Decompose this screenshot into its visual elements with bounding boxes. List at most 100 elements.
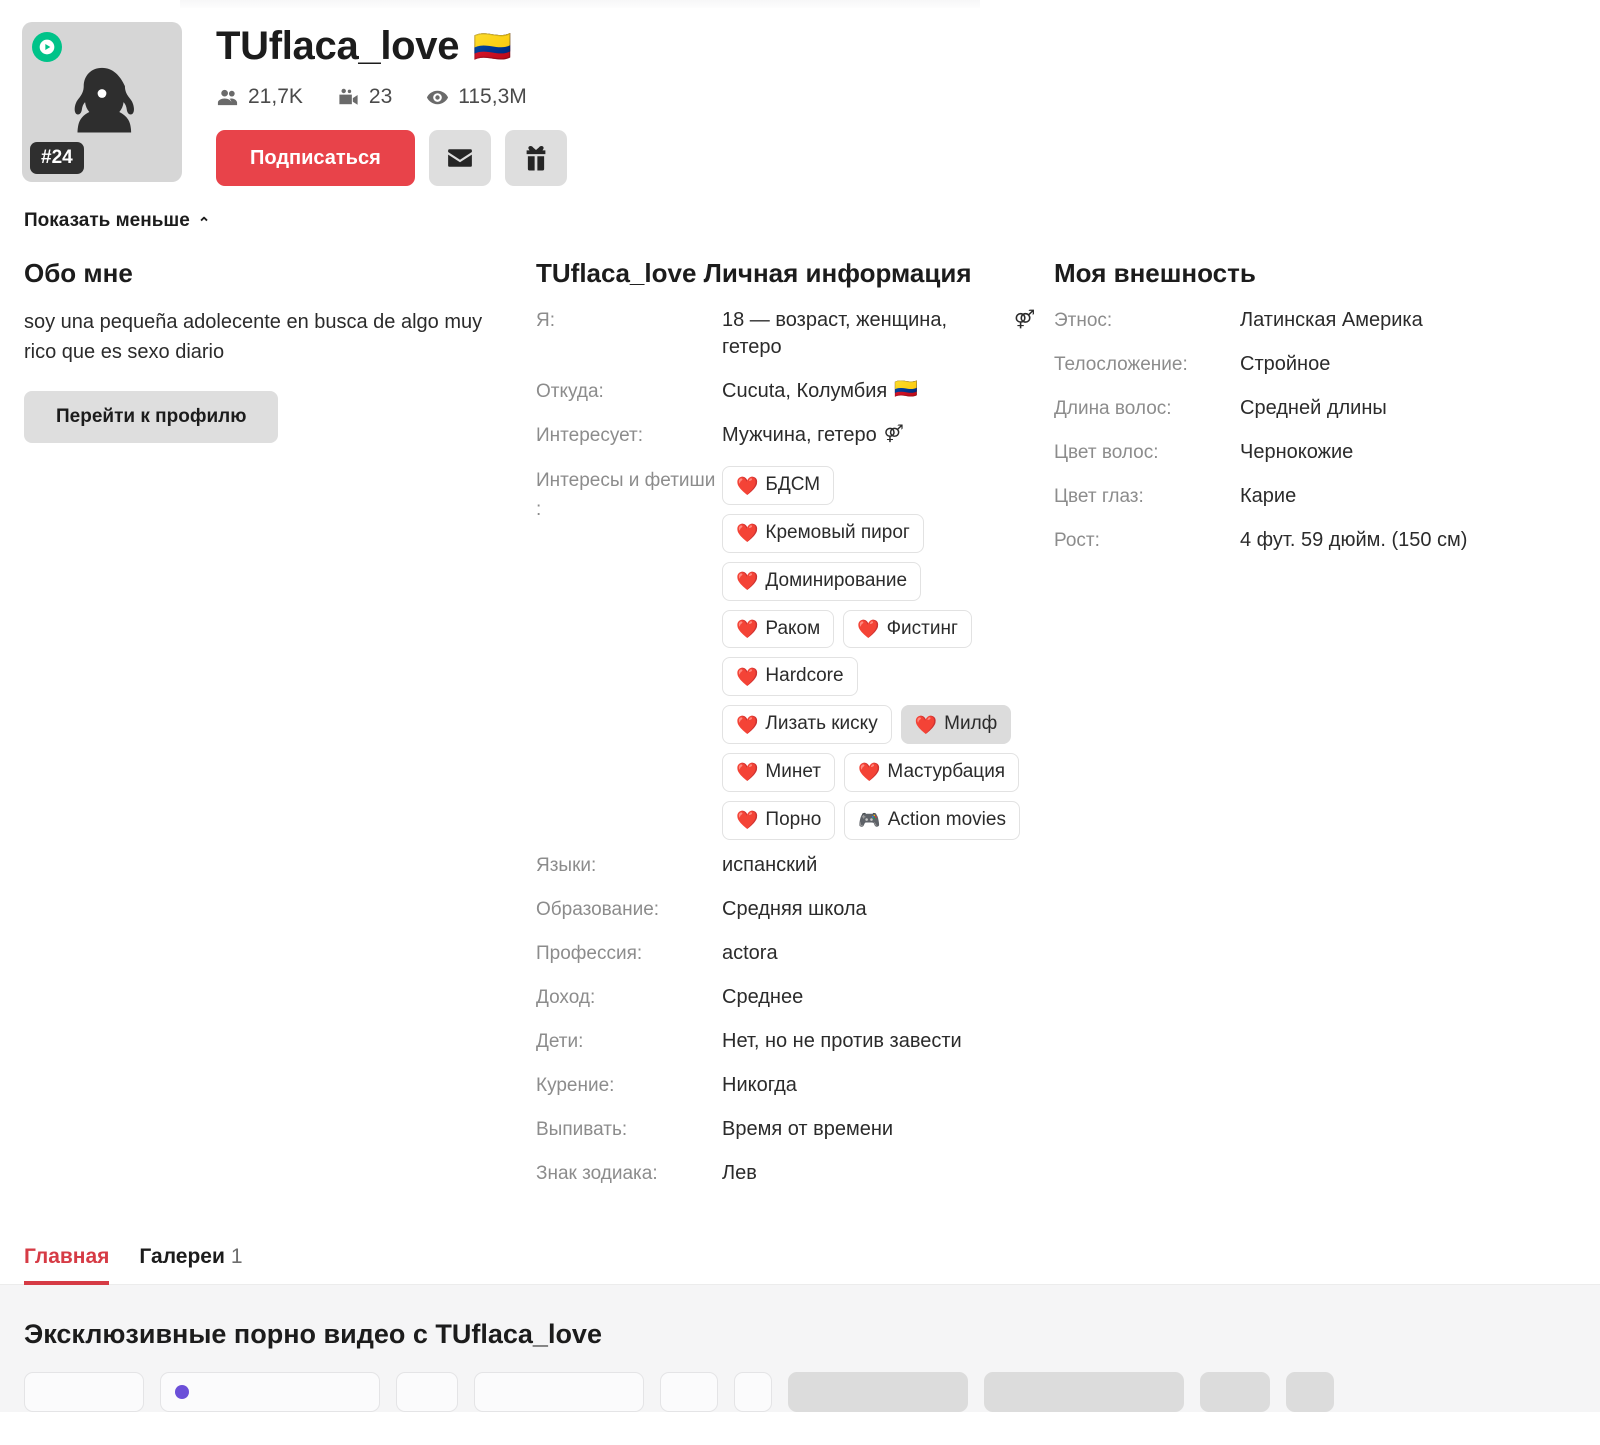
- heart-icon: ❤️: [736, 571, 759, 592]
- interests-key: Интересы и фетиши :: [536, 470, 716, 520]
- info-key: Этнос:: [1054, 310, 1113, 332]
- views-icon: [427, 90, 449, 104]
- info-row: Доход: Среднее: [536, 984, 1054, 1011]
- appearance-title: Моя внешность: [1054, 258, 1256, 288]
- interest-tag-list: ❤️ БДСМ ❤️ Кремовый пирог ❤️ Доминирование ❤️ Р…: [722, 466, 1022, 840]
- tab-main[interactable]: Главная: [24, 1244, 110, 1285]
- info-key: Откуда:: [536, 381, 604, 403]
- about-title: Обо мне: [24, 258, 133, 288]
- heart-icon: ❤️: [736, 523, 759, 544]
- exclusive-videos-title: Эксклюзивные порно видео с TUflaca_love: [24, 1318, 602, 1349]
- chevron-up-icon: ⌃: [197, 214, 211, 232]
- stat-followers: 21,7K: [216, 85, 303, 109]
- info-row-interested-in: Интересует: Мужчина, гетеро ⚤: [536, 422, 1054, 449]
- interest-tag[interactable]: ❤️ Доминирование: [722, 561, 922, 601]
- interest-tag-label: Мастурбация: [887, 760, 1006, 782]
- interest-tag[interactable]: ❤️ Hardcore: [722, 657, 858, 697]
- personal-info-rows: Языки: испанский Образование: Средняя школа…: [536, 852, 1054, 1187]
- info-value: Карие: [1240, 485, 1297, 508]
- interest-tag-label: Action movies: [887, 808, 1006, 830]
- info-row: Этнос: Латинская Америка: [1054, 307, 1554, 334]
- interest-tag[interactable]: ❤️ БДСМ: [722, 466, 835, 505]
- filter-chip[interactable]: [474, 1371, 644, 1412]
- interest-tag[interactable]: ❤️ Милф: [900, 705, 1012, 744]
- info-value: 4 фут. 59 дюйм. (150 см): [1240, 529, 1468, 552]
- go-to-profile-button[interactable]: Перейти к профилю: [24, 391, 279, 444]
- info-value: Никогда: [722, 1073, 797, 1096]
- page-title: TUflaca_love: [216, 24, 460, 68]
- filter-chip-placeholder[interactable]: [788, 1371, 968, 1412]
- followers-icon: [217, 89, 238, 105]
- filter-chip-with-badge[interactable]: [160, 1371, 380, 1412]
- info-key: Длина волос:: [1054, 398, 1172, 420]
- profile-page: #24 TUflaca_love 🇨🇴 21,7K 23 115,3M Подп…: [0, 0, 1600, 1445]
- filter-chip-placeholder[interactable]: [1286, 1371, 1334, 1412]
- message-button[interactable]: [428, 130, 491, 186]
- info-row: Знак зодиака: Лев: [536, 1160, 1054, 1187]
- interest-tag[interactable]: ❤️ Мастурбация: [844, 752, 1020, 792]
- heart-icon: ❤️: [736, 762, 759, 783]
- filter-chip[interactable]: [660, 1371, 718, 1412]
- heart-icon: ❤️: [736, 475, 759, 496]
- interest-tag[interactable]: ❤️ Минет: [722, 752, 835, 792]
- info-value: Латинская Америка: [1240, 309, 1423, 332]
- stat-videos: 23: [337, 85, 392, 109]
- info-value: Cucuta, Колумбия: [722, 380, 888, 403]
- info-value: испанский: [722, 853, 818, 876]
- interest-tag[interactable]: ❤️ Порно: [722, 800, 836, 840]
- heart-icon: ❤️: [736, 714, 759, 735]
- heart-icon: ❤️: [736, 810, 759, 831]
- filter-chip-placeholder[interactable]: [1200, 1371, 1270, 1412]
- badge-dot-icon: [175, 1384, 189, 1399]
- videos-icon: [339, 88, 358, 105]
- show-less-label: Показать меньше: [24, 210, 190, 231]
- info-value: actora: [722, 941, 778, 964]
- stats-row: 21,7K 23 115,3M: [216, 85, 567, 109]
- interest-tag-label: Лизать киску: [765, 713, 878, 735]
- heart-icon: ❤️: [857, 618, 880, 639]
- interest-tag[interactable]: 🎮 Action movies: [844, 800, 1020, 840]
- filter-chip[interactable]: [396, 1371, 458, 1412]
- tab-label: Главная: [24, 1244, 110, 1268]
- interest-tag[interactable]: ❤️ Раком: [722, 609, 835, 649]
- info-key: Доход:: [536, 986, 596, 1008]
- avatar-silhouette-icon: [74, 67, 134, 133]
- info-value: Время от времени: [722, 1117, 894, 1140]
- info-value: Средняя школа: [722, 897, 867, 920]
- interest-tag-label: Hardcore: [765, 665, 844, 687]
- info-row: Образование: Средняя школа: [536, 896, 1054, 923]
- info-key: Рост:: [1054, 530, 1100, 552]
- info-value: Средней длины: [1240, 397, 1387, 420]
- header-details: TUflaca_love 🇨🇴 21,7K 23 115,3M Подписат…: [182, 22, 567, 186]
- filter-chip-row: [24, 1371, 1600, 1412]
- info-row: Цвет глаз: Карие: [1054, 483, 1554, 510]
- tab-galleries[interactable]: Галереи 1: [139, 1245, 242, 1285]
- filter-chip-placeholder[interactable]: [984, 1371, 1184, 1412]
- interest-tag-label: Милф: [944, 713, 998, 735]
- personal-info-column: TUflaca_love Личная информация Я: 18 — в…: [536, 258, 1054, 1204]
- interest-tag[interactable]: ❤️ Фистинг: [843, 609, 972, 649]
- interest-tag[interactable]: ❤️ Кремовый пирог: [722, 513, 924, 553]
- appearance-rows: Этнос: Латинская Америка Телосложение: Стро…: [1054, 307, 1554, 554]
- live-play-icon[interactable]: [32, 32, 62, 62]
- interest-tag[interactable]: ❤️ Лизать киску: [722, 705, 892, 744]
- profile-columns: Обо мне soy una pequeña adolecente en bu…: [0, 232, 1600, 1204]
- appearance-column: Моя внешность Этнос: Латинская Америка Тел…: [1054, 258, 1554, 571]
- filter-chip[interactable]: [734, 1371, 772, 1412]
- gift-button[interactable]: [504, 130, 567, 186]
- envelope-icon: [447, 149, 472, 167]
- info-value: Мужчина, гетеро: [722, 424, 877, 447]
- info-value: Нет, но не против завести: [722, 1029, 962, 1052]
- show-less-toggle[interactable]: Показать меньше ⌃: [24, 210, 210, 232]
- stat-views: 115,3M: [426, 85, 527, 109]
- gamepad-icon: 🎮: [858, 810, 881, 831]
- avatar[interactable]: #24: [22, 22, 182, 182]
- filter-chip[interactable]: [24, 1371, 144, 1412]
- info-row-interests: Интересы и фетиши : ❤️ БДСМ ❤️ Кремовый пир…: [536, 466, 1054, 840]
- info-key: Выпивать:: [536, 1118, 628, 1140]
- interest-tag-label: Порно: [765, 808, 822, 830]
- subscribe-button[interactable]: Подписаться: [216, 130, 415, 186]
- info-key: Профессия:: [536, 942, 643, 964]
- info-row: Курение: Никогда: [536, 1072, 1054, 1099]
- info-row-me: Я: 18 — возраст, женщина, гетеро ⚤: [536, 307, 1054, 361]
